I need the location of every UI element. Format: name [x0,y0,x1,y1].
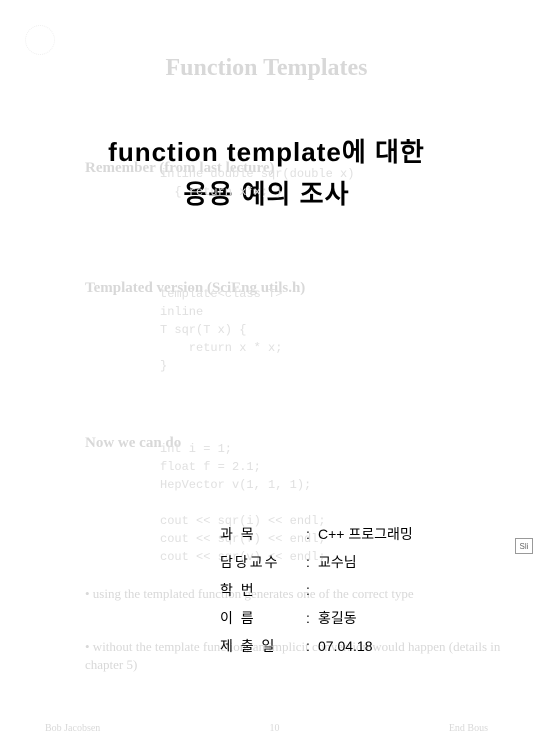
info-value [318,576,413,604]
logo-placeholder [25,25,55,55]
bg-footer: Bob Jacobsen 10 End Bous [45,723,488,734]
bg-templated-code: template<class T> inline T sqr(T x) { re… [160,285,282,375]
info-row-name: 이 름 : 홍길동 [220,604,413,632]
info-value: 07.04.18 [318,632,413,660]
info-row-professor: 담당교수 : 교수님 [220,548,413,576]
info-value: 홍길동 [318,604,413,632]
info-row-date: 제 출 일 : 07.04.18 [220,632,413,660]
info-row-student-id: 학 번 : [220,576,413,604]
info-label: 담당교수 [220,548,298,576]
info-separator: : [298,632,318,660]
info-separator: : [298,548,318,576]
info-label: 학 번 [220,576,298,604]
footer-center: 10 [270,723,280,734]
footer-left: Bob Jacobsen [45,723,100,734]
info-row-subject: 과 목 : C++ 프로그래밍 [220,520,413,548]
info-value: C++ 프로그래밍 [318,520,413,548]
info-separator: : [298,576,318,604]
info-label: 과 목 [220,520,298,548]
bg-main-heading: Function Templates [45,55,488,82]
info-label: 제 출 일 [220,632,298,660]
side-tab: Sli [515,538,533,554]
document-page: Function Templates Remember (from last l… [0,0,533,754]
info-value: 교수님 [318,548,413,576]
info-separator: : [298,604,318,632]
info-separator: : [298,520,318,548]
bg-remember-code: inline double sqr(double x) { return x*x… [160,165,354,201]
cover-info-table: 과 목 : C++ 프로그래밍 담당교수 : 교수님 학 번 : 이 름 : 홍… [220,520,413,660]
footer-right: End Bous [449,723,488,734]
info-label: 이 름 [220,604,298,632]
